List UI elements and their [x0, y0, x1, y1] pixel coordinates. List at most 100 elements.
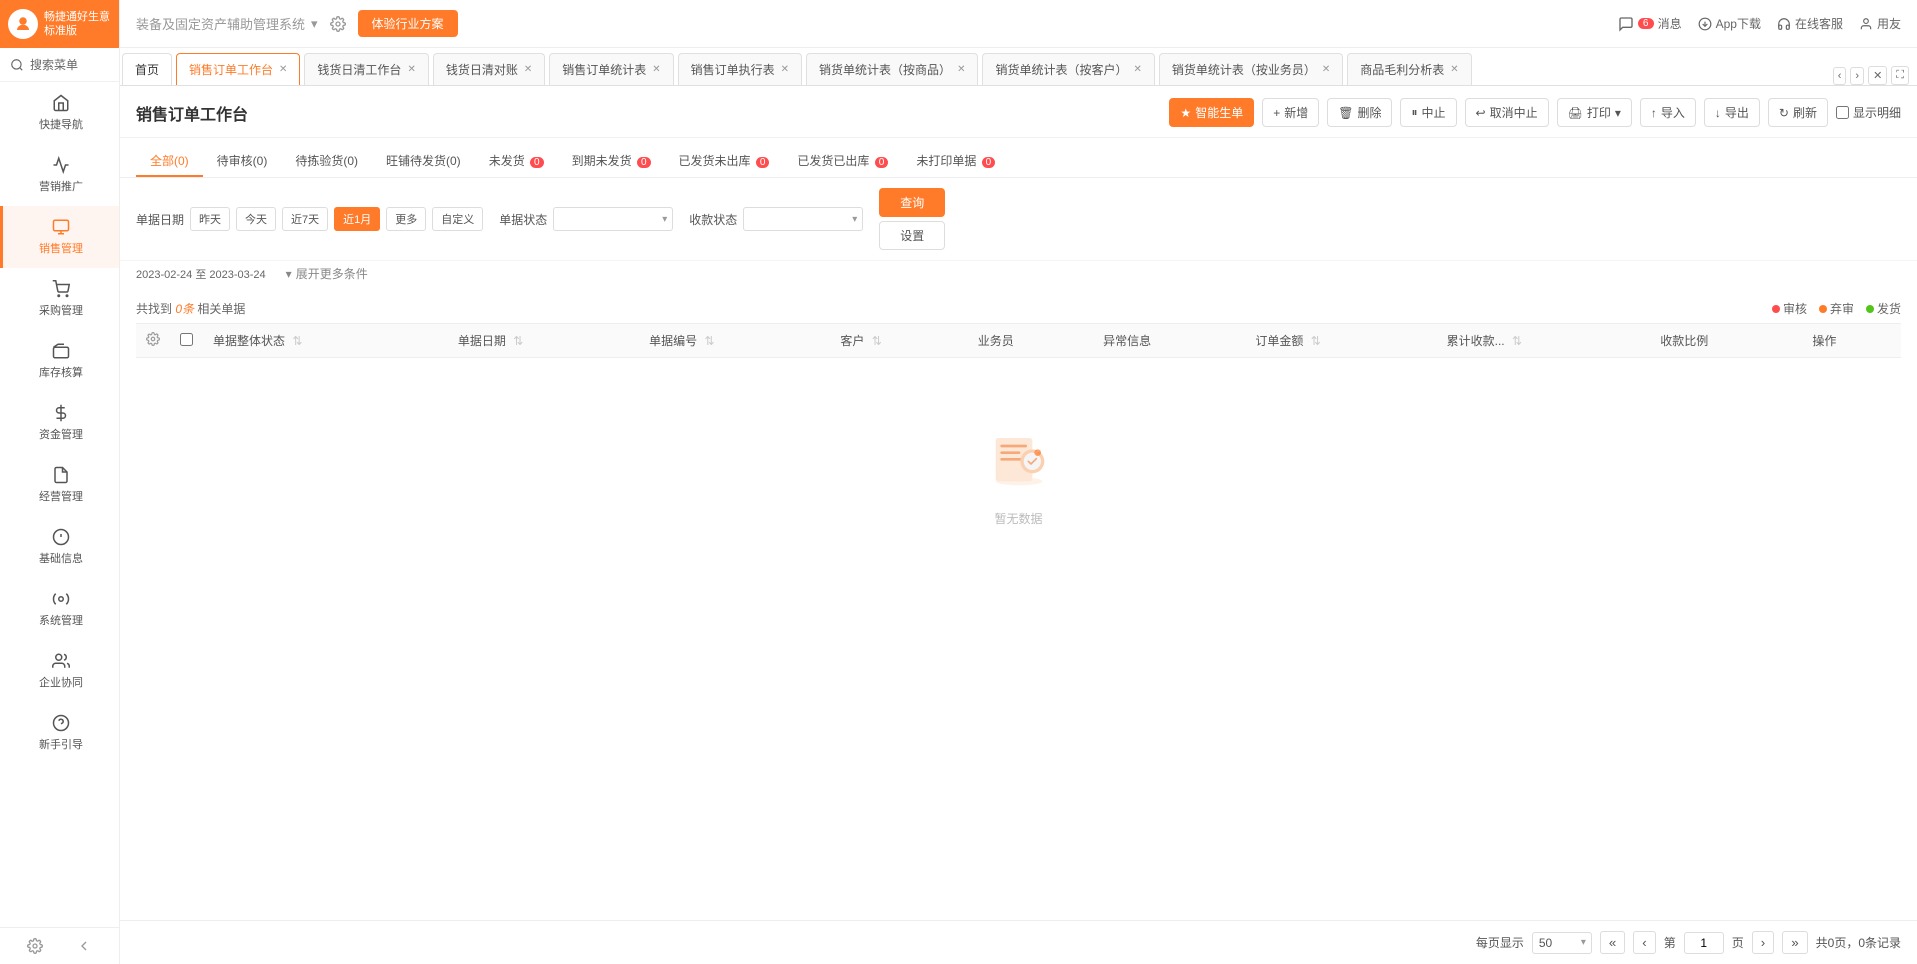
- app-download-btn[interactable]: App下载: [1698, 15, 1761, 32]
- prev-page-btn[interactable]: ‹: [1633, 931, 1655, 954]
- experience-btn[interactable]: 体验行业方案: [358, 10, 458, 37]
- print-icon: 🖨: [1568, 106, 1583, 120]
- tab-sales-stat-close[interactable]: ✕: [652, 64, 660, 75]
- tab-sales-order-close[interactable]: ✕: [279, 64, 287, 75]
- tab-home[interactable]: 首页: [122, 53, 172, 85]
- sidebar-item-info[interactable]: 基础信息: [0, 516, 119, 578]
- logo: 畅捷通好生意 标准版: [0, 0, 119, 48]
- sort-icon-customer[interactable]: ⇅: [872, 334, 882, 348]
- tab-profit[interactable]: 商品毛利分析表 ✕: [1347, 53, 1471, 85]
- tab-cash-daily-close[interactable]: ✕: [407, 64, 415, 75]
- tab-sales-order[interactable]: 销售订单工作台 ✕: [176, 53, 300, 85]
- sub-tab-shop-ship[interactable]: 旺铺待发货(0): [372, 146, 475, 177]
- user-label: 用友: [1877, 15, 1901, 32]
- tab-sales-exec-close[interactable]: ✕: [781, 64, 789, 75]
- audit-action[interactable]: 审核: [1772, 300, 1807, 317]
- per-page-select[interactable]: 10 20 50 100: [1532, 932, 1592, 954]
- first-page-btn[interactable]: «: [1600, 931, 1625, 954]
- status-select[interactable]: [553, 207, 673, 231]
- select-all-checkbox[interactable]: [180, 333, 193, 346]
- tab-close-all[interactable]: ✕: [1868, 66, 1887, 85]
- sidebar-item-inventory[interactable]: 库存核算: [0, 330, 119, 392]
- sort-icon-received[interactable]: ⇅: [1512, 334, 1522, 348]
- tab-sales-stat[interactable]: 销售订单统计表 ✕: [549, 53, 673, 85]
- sort-icon-status[interactable]: ⇅: [292, 334, 302, 348]
- sub-tab-pending[interactable]: 待审核(0): [203, 146, 282, 177]
- date-filter: 单据日期 昨天 今天 近7天 近1月 更多 自定义: [136, 207, 483, 231]
- empty-row: 暂无数据: [136, 358, 1901, 588]
- sidebar-settings-btn[interactable]: [27, 938, 43, 954]
- refresh-btn[interactable]: ↻ 刷新: [1768, 98, 1828, 127]
- sidebar-item-marketing[interactable]: 营销推广: [0, 144, 119, 206]
- sidebar-item-system[interactable]: 系统管理: [0, 578, 119, 640]
- sidebar-bottom: [0, 927, 119, 964]
- sub-tab-overdue[interactable]: 到期未发货 0: [558, 146, 665, 177]
- tab-cash-reconcile-close[interactable]: ✕: [524, 64, 532, 75]
- last-page-btn[interactable]: »: [1782, 931, 1807, 954]
- tab-sales-staff[interactable]: 销货单统计表（按业务员） ✕: [1159, 53, 1343, 85]
- tab-sales-staff-close[interactable]: ✕: [1322, 64, 1330, 75]
- expand-btn[interactable]: ▾ 展开更多条件: [278, 261, 376, 286]
- message-btn[interactable]: 6 消息: [1618, 15, 1682, 32]
- tab-profit-close[interactable]: ✕: [1450, 64, 1458, 75]
- current-page-input[interactable]: [1684, 932, 1724, 954]
- settings-icon[interactable]: [330, 16, 346, 32]
- user-btn[interactable]: 用友: [1859, 15, 1901, 32]
- sub-tab-shipped-out[interactable]: 已发货已出库 0: [783, 146, 902, 177]
- date-btn-1month[interactable]: 近1月: [334, 207, 380, 231]
- sidebar-item-collab[interactable]: 企业协同: [0, 640, 119, 702]
- sidebar-item-sales[interactable]: 销售管理: [0, 206, 119, 268]
- tab-sales-customer[interactable]: 销货单统计表（按客户） ✕: [982, 53, 1154, 85]
- date-btn-today[interactable]: 今天: [236, 207, 276, 231]
- sub-tab-all[interactable]: 全部(0): [136, 146, 203, 177]
- sidebar-item-purchase[interactable]: 采购管理: [0, 268, 119, 330]
- pause-btn[interactable]: ⏸ 中止: [1400, 98, 1456, 127]
- print-btn[interactable]: 🖨 打印 ▾: [1557, 98, 1632, 127]
- sort-icon-amount[interactable]: ⇅: [1311, 334, 1321, 348]
- sidebar-item-search[interactable]: 搜索菜单: [0, 48, 119, 82]
- sidebar-collapse-btn[interactable]: [76, 938, 92, 954]
- online-service-btn[interactable]: 在线客服: [1777, 15, 1843, 32]
- sub-tab-unshipped[interactable]: 未发货 0: [475, 146, 558, 177]
- tab-bar-end: ‹ › ✕ ⛶: [1833, 66, 1917, 85]
- payment-select[interactable]: [743, 207, 863, 231]
- sub-tab-check[interactable]: 待拣验货(0): [281, 146, 372, 177]
- date-btn-custom[interactable]: 自定义: [432, 207, 483, 231]
- tab-sales-exec[interactable]: 销售订单执行表 ✕: [678, 53, 802, 85]
- tab-fullscreen[interactable]: ⛶: [1891, 66, 1909, 85]
- tab-sales-customer-close[interactable]: ✕: [1133, 64, 1141, 75]
- settings-btn[interactable]: 设置: [879, 221, 945, 250]
- sub-tab-unprinted[interactable]: 未打印单据 0: [902, 146, 1009, 177]
- next-page-btn[interactable]: ›: [1752, 931, 1774, 954]
- tab-scroll-left[interactable]: ‹: [1833, 67, 1847, 85]
- th-checkbox[interactable]: [170, 324, 203, 358]
- sort-icon-number[interactable]: ⇅: [704, 334, 714, 348]
- add-btn[interactable]: + 新增: [1262, 98, 1319, 127]
- sub-tab-shipped-no-out[interactable]: 已发货未出库 0: [665, 146, 784, 177]
- cancel-pause-btn[interactable]: ↩ 取消中止: [1465, 98, 1549, 127]
- tab-cash-daily[interactable]: 钱货日清工作台 ✕: [304, 53, 428, 85]
- cancel-audit-action[interactable]: 弃审: [1819, 300, 1854, 317]
- delete-btn[interactable]: 🗑 删除: [1327, 98, 1392, 127]
- date-btn-yesterday[interactable]: 昨天: [190, 207, 230, 231]
- tab-scroll-right[interactable]: ›: [1850, 67, 1864, 85]
- ship-action[interactable]: 发货: [1866, 300, 1901, 317]
- sidebar-sales-label: 销售管理: [39, 240, 83, 256]
- tab-cash-reconcile[interactable]: 钱货日清对账 ✕: [433, 53, 545, 85]
- show-detail-label[interactable]: 显示明细: [1836, 104, 1901, 121]
- sidebar-item-nav[interactable]: 快捷导航: [0, 82, 119, 144]
- date-btn-more[interactable]: 更多: [386, 207, 426, 231]
- import-btn[interactable]: ↑ 导入: [1640, 98, 1696, 127]
- show-detail-checkbox[interactable]: [1836, 106, 1849, 119]
- smart-create-btn[interactable]: ★ 智能生单: [1169, 98, 1254, 127]
- sidebar-item-finance[interactable]: 资金管理: [0, 392, 119, 454]
- tab-sales-product-close[interactable]: ✕: [957, 64, 965, 75]
- dropdown-icon[interactable]: ▾: [311, 16, 318, 32]
- tab-sales-product[interactable]: 销货单统计表（按商品） ✕: [806, 53, 978, 85]
- date-btn-7days[interactable]: 近7天: [282, 207, 328, 231]
- sort-icon-date[interactable]: ⇅: [513, 334, 523, 348]
- sidebar-item-manage[interactable]: 经营管理: [0, 454, 119, 516]
- sidebar-item-guide[interactable]: 新手引导: [0, 702, 119, 764]
- export-btn[interactable]: ↓ 导出: [1704, 98, 1760, 127]
- query-btn[interactable]: 查询: [879, 188, 945, 217]
